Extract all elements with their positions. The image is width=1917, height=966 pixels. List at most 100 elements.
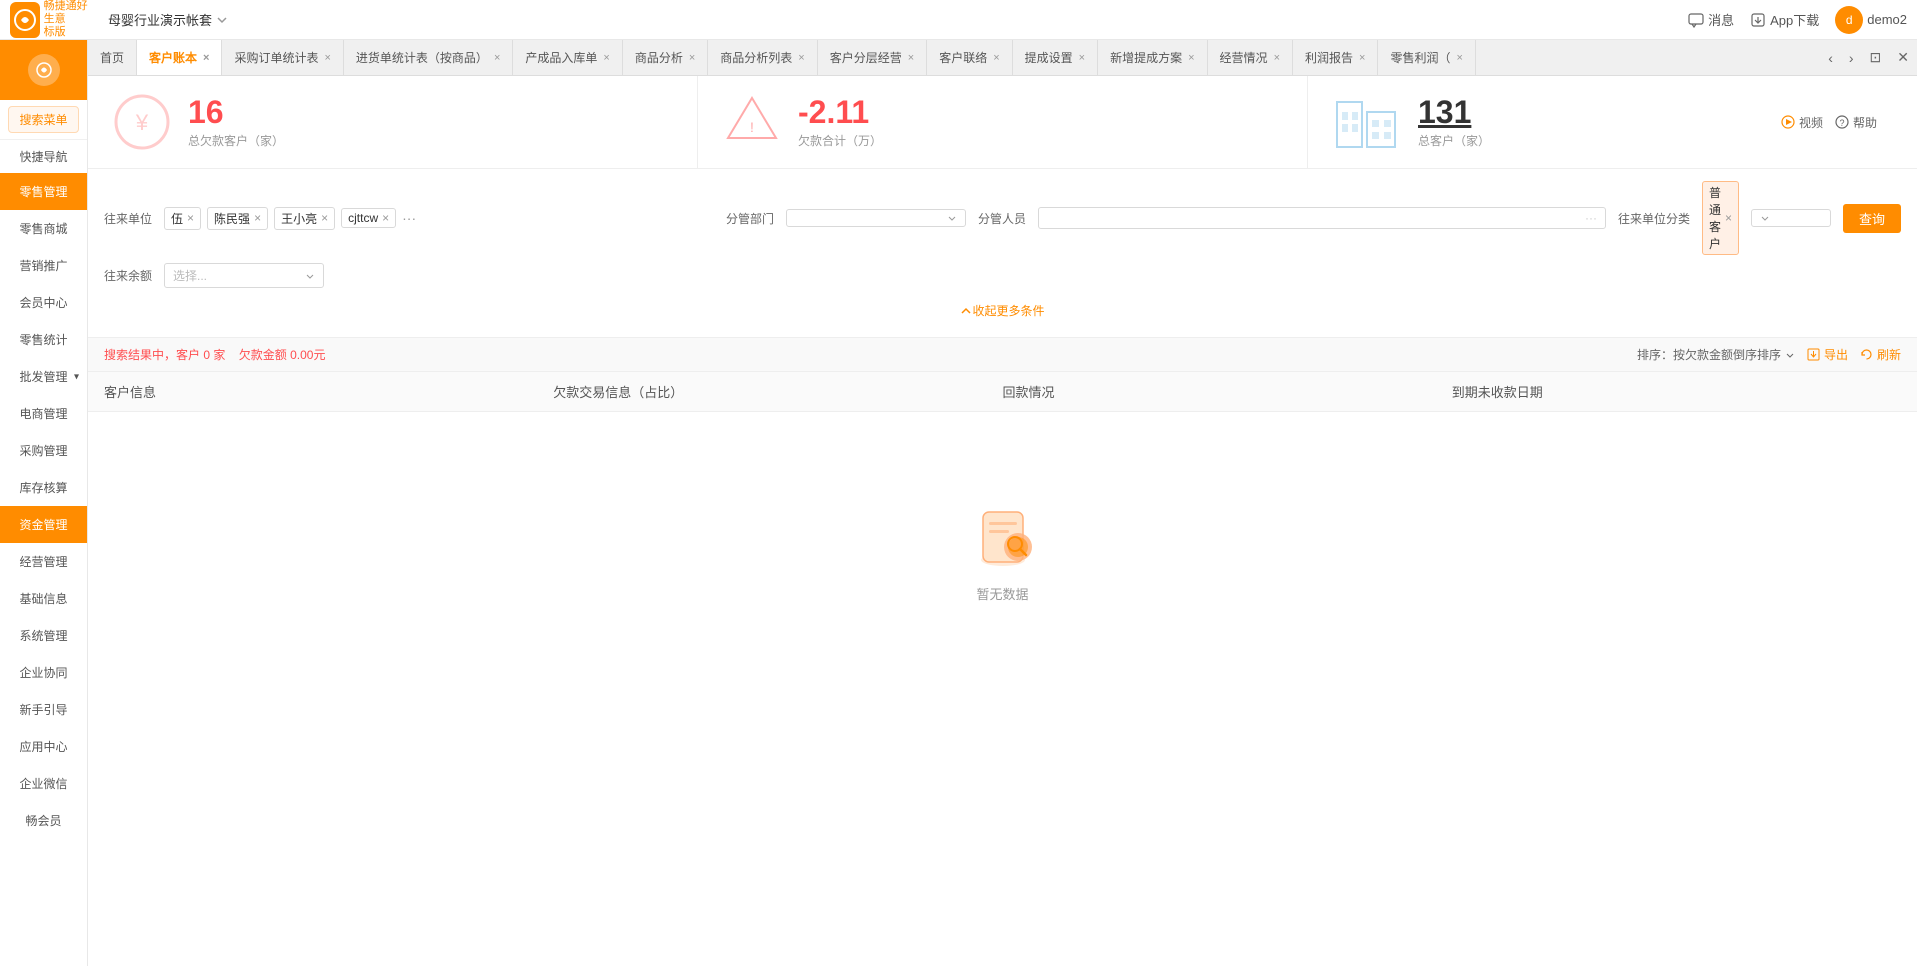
tab-retail-profit[interactable]: 零售利润（ × <box>1378 40 1475 76</box>
tab-close-customer-tier[interactable]: × <box>908 52 914 64</box>
sidebar-item-quick-nav[interactable]: 快捷导航 <box>0 140 87 173</box>
tab-purchase-stats[interactable]: 采购订单统计表 × <box>222 40 343 76</box>
col-header-debt: 欠款交易信息（占比） <box>553 382 1002 401</box>
tab-close-product-inbound[interactable]: × <box>603 52 609 64</box>
tag-common-remove[interactable]: × <box>1725 211 1732 225</box>
table-header: 客户信息 欠款交易信息（占比） 回款情况 到期未收款日期 <box>88 372 1917 412</box>
category-select[interactable] <box>1751 209 1831 227</box>
tab-product-inbound[interactable]: 产成品入库单 × <box>513 40 622 76</box>
tab-customer-contact[interactable]: 客户联络 × <box>927 40 1012 76</box>
collapse-button[interactable]: 收起更多条件 <box>104 296 1901 325</box>
tab-close-profit-report[interactable]: × <box>1359 52 1365 64</box>
tab-product-analysis[interactable]: 商品分析 × <box>623 40 708 76</box>
user-menu[interactable]: d demo2 <box>1835 6 1907 34</box>
tab-close-product-analysis[interactable]: × <box>689 52 695 64</box>
sidebar-item-operations[interactable]: 经营管理 <box>0 543 87 580</box>
video-help-button[interactable]: 视频 <box>1781 114 1823 131</box>
sidebar-item-enterprise[interactable]: 企业协同 <box>0 654 87 691</box>
tab-profit-report[interactable]: 利润报告 × <box>1293 40 1378 76</box>
sidebar-item-ecommerce[interactable]: 电商管理 <box>0 395 87 432</box>
tab-nav-buttons: ‹ › ⊡ ✕ <box>1820 49 1917 66</box>
person-input[interactable]: ··· <box>1038 207 1606 229</box>
app-container: 畅捷通好生意 标版 母婴行业演示帐套 消息 App下载 d demo2 <box>0 0 1917 966</box>
sidebar-item-app-center[interactable]: 应用中心 <box>0 728 87 765</box>
tab-close-purchase-stats[interactable]: × <box>324 52 330 64</box>
tab-close-new-commission[interactable]: × <box>1188 52 1194 64</box>
tab-customer-tier[interactable]: 客户分层经营 × <box>818 40 927 76</box>
tab-close-operations[interactable]: × <box>1274 52 1280 64</box>
tag-chen: 陈民强 × <box>207 207 268 230</box>
debtors-count: 16 <box>188 96 284 128</box>
sidebar-logo-icon <box>28 54 60 86</box>
text-help-button[interactable]: ? 帮助 <box>1835 114 1877 131</box>
col-header-repay: 回款情况 <box>1003 382 1452 401</box>
content-area: 首页 客户账本 × 采购订单统计表 × 进货单统计表（按商品） × 产成品入库单… <box>88 40 1917 966</box>
sidebar-item-inventory[interactable]: 库存核算 <box>0 469 87 506</box>
category-filter-label: 往来单位分类 <box>1618 210 1690 227</box>
logo-area: 畅捷通好生意 标版 <box>10 0 98 39</box>
tab-close-all-button[interactable]: ✕ <box>1889 49 1917 66</box>
tab-close-product-list[interactable]: × <box>798 52 804 64</box>
sidebar-item-finance[interactable]: 资金管理 <box>0 506 87 543</box>
tag-cjttcw-remove[interactable]: × <box>382 211 389 225</box>
tag-chen-remove[interactable]: × <box>254 211 261 225</box>
tab-close-customer-contact[interactable]: × <box>993 52 999 64</box>
sidebar-item-purchase[interactable]: 采购管理 <box>0 432 87 469</box>
col-header-customer: 客户信息 <box>104 382 553 401</box>
sidebar-search-area: 搜索菜单 <box>0 100 87 140</box>
message-button[interactable]: 消息 <box>1688 10 1734 29</box>
tag-common-customer: 普通客户 × <box>1702 181 1739 255</box>
category-tags: 普通客户 × <box>1702 181 1739 255</box>
sort-select[interactable]: 排序：按欠款金额倒序排序 <box>1637 346 1795 363</box>
sidebar-item-retail-stats[interactable]: 零售统计 <box>0 321 87 358</box>
stat-icon-debt: ! <box>722 92 782 152</box>
stat-block-debtors: ¥ 16 总欠款客户（家） <box>88 76 698 168</box>
sidebar-item-system[interactable]: 系统管理 <box>0 617 87 654</box>
empty-text: 暂无数据 <box>976 584 1028 603</box>
tab-home[interactable]: 首页 <box>88 40 137 76</box>
tab-expand-button[interactable]: ⊡ <box>1862 49 1890 66</box>
sidebar-item-newbie[interactable]: 新手引导 <box>0 691 87 728</box>
sidebar-item-member2[interactable]: 畅会员 <box>0 802 87 839</box>
tab-commission-settings[interactable]: 提成设置 × <box>1013 40 1098 76</box>
tab-close-retail-profit[interactable]: × <box>1456 52 1462 64</box>
sidebar-item-wechat[interactable]: 企业微信 <box>0 765 87 802</box>
search-menu-button[interactable]: 搜索菜单 <box>8 106 79 133</box>
sidebar-item-member[interactable]: 会员中心 <box>0 284 87 321</box>
refresh-button[interactable]: 刷新 <box>1860 346 1901 363</box>
tag-wu: 伍 × <box>164 207 201 230</box>
tag-wang: 王小亮 × <box>274 207 335 230</box>
tab-product-list[interactable]: 商品分析列表 × <box>708 40 817 76</box>
dept-filter-label: 分管部门 <box>726 210 774 227</box>
result-text: 搜索结果中，客户 0 家 欠款金额 0.00元 <box>104 346 325 363</box>
sidebar-item-marketing[interactable]: 营销推广 <box>0 247 87 284</box>
tab-prev-button[interactable]: ‹ <box>1820 50 1841 66</box>
app-download-button[interactable]: App下载 <box>1750 10 1819 29</box>
dept-select[interactable] <box>786 209 966 227</box>
more-tags-button[interactable]: ··· <box>402 210 416 226</box>
tab-operations[interactable]: 经营情况 × <box>1208 40 1293 76</box>
sidebar-item-basic-info[interactable]: 基础信息 <box>0 580 87 617</box>
tab-customer-account[interactable]: 客户账本 × <box>137 40 222 76</box>
tag-wang-remove[interactable]: × <box>321 211 328 225</box>
debt-amount: -2.11 <box>798 96 882 128</box>
tab-close-inbound-stats[interactable]: × <box>494 52 500 64</box>
account-selector[interactable]: 母婴行业演示帐套 <box>108 10 228 29</box>
filter-row-2: 往来余额 选择... <box>104 263 1901 288</box>
tab-next-button[interactable]: › <box>1841 50 1862 66</box>
result-actions: 排序：按欠款金额倒序排序 导出 刷新 <box>1637 346 1901 363</box>
tab-new-commission[interactable]: 新增提成方案 × <box>1098 40 1207 76</box>
export-button[interactable]: 导出 <box>1807 346 1848 363</box>
sidebar-item-retail-mall[interactable]: 零售商城 <box>0 210 87 247</box>
sidebar-item-retail-mgmt[interactable]: 零售管理 <box>0 173 87 210</box>
balance-select[interactable]: 选择... <box>164 263 324 288</box>
tab-close-commission-settings[interactable]: × <box>1079 52 1085 64</box>
tab-close-customer-account[interactable]: × <box>203 52 209 64</box>
sidebar-item-wholesale[interactable]: 批发管理 <box>0 358 87 395</box>
page-content: ¥ 16 总欠款客户（家） ! <box>88 76 1917 966</box>
tag-cjttcw: cjttcw × <box>341 208 396 228</box>
data-table: 客户信息 欠款交易信息（占比） 回款情况 到期未收款日期 <box>88 372 1917 683</box>
tag-wu-remove[interactable]: × <box>187 211 194 225</box>
tab-inbound-stats[interactable]: 进货单统计表（按商品） × <box>344 40 513 76</box>
query-button[interactable]: 查询 <box>1843 204 1901 233</box>
